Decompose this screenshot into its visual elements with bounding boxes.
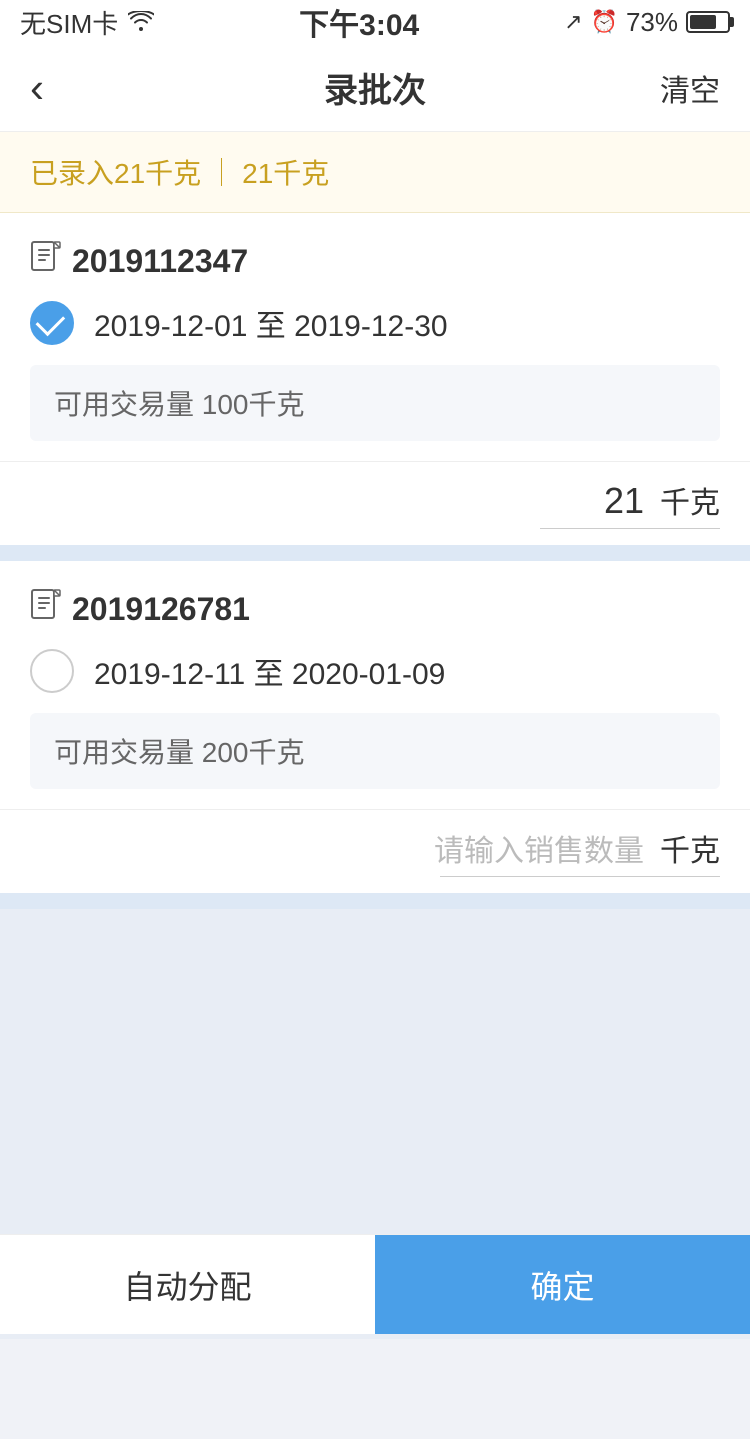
avail-label-1: 可用交易量 100千克 — [54, 389, 305, 420]
blue-divider-1 — [0, 545, 750, 561]
confirm-button[interactable]: 确定 — [375, 1235, 750, 1334]
quantity-placeholder-2[interactable]: 请输入销售数量 — [434, 826, 644, 870]
batch-icon-1 — [30, 241, 62, 281]
batch-date-row-1: 2019-12-01 至 2019-12-30 — [0, 291, 750, 355]
quantity-unit-1: 千克 — [660, 478, 720, 522]
batch-id-1: 2019112347 — [72, 243, 248, 280]
batch-date-2: 2019-12-11 至 2020-01-09 — [94, 649, 445, 693]
quantity-row-2: 请输入销售数量 千克 — [0, 809, 750, 893]
batch-header-2: 2019126781 — [0, 561, 750, 639]
location-icon: ↗ — [564, 9, 582, 35]
auto-distribute-button[interactable]: 自动分配 — [0, 1235, 375, 1334]
bottom-bar: 自动分配 确定 — [0, 1234, 750, 1334]
quantity-value-1: 21 — [604, 480, 644, 522]
batch-card-1: 2019112347 2019-12-01 至 2019-12-30 可用交易量… — [0, 213, 750, 545]
recorded-label: 已录入21千克 — [30, 152, 201, 192]
batch-date-1: 2019-12-01 至 2019-12-30 — [94, 301, 448, 345]
status-right: ↗ ⏰ 73% — [564, 7, 730, 38]
battery-icon — [686, 11, 730, 33]
avail-label-2: 可用交易量 200千克 — [54, 737, 305, 768]
nav-bar: ‹ 录批次 清空 — [0, 44, 750, 132]
radio-btn-1[interactable] — [30, 301, 74, 345]
batch-icon-2 — [30, 589, 62, 629]
carrier-label: 无SIM卡 — [20, 4, 118, 41]
batch-header-1: 2019112347 — [0, 213, 750, 291]
radio-btn-2[interactable] — [30, 649, 74, 693]
batch-card-2: 2019126781 2019-12-11 至 2020-01-09 可用交易量… — [0, 561, 750, 893]
info-divider — [221, 158, 222, 186]
info-bar: 已录入21千克 21千克 — [0, 132, 750, 213]
battery-percent: 73% — [626, 7, 678, 38]
quantity-row-1: 21 千克 — [0, 461, 750, 545]
batch-date-row-2: 2019-12-11 至 2020-01-09 — [0, 639, 750, 703]
blue-divider-2 — [0, 893, 750, 909]
status-left: 无SIM卡 — [20, 4, 154, 41]
batch-id-2: 2019126781 — [72, 591, 250, 628]
status-bar: 无SIM卡 下午3:04 ↗ ⏰ 73% — [0, 0, 750, 44]
page-title: 录批次 — [324, 63, 426, 112]
wifi-icon — [128, 7, 154, 38]
total-value: 21千克 — [242, 152, 329, 192]
clear-button[interactable]: 清空 — [660, 66, 720, 110]
status-time: 下午3:04 — [299, 0, 419, 44]
avail-bar-2: 可用交易量 200千克 — [30, 713, 720, 789]
alarm-icon: ⏰ — [591, 9, 618, 35]
back-button[interactable]: ‹ — [30, 64, 90, 112]
quantity-unit-2: 千克 — [660, 826, 720, 870]
avail-bar-1: 可用交易量 100千克 — [30, 365, 720, 441]
